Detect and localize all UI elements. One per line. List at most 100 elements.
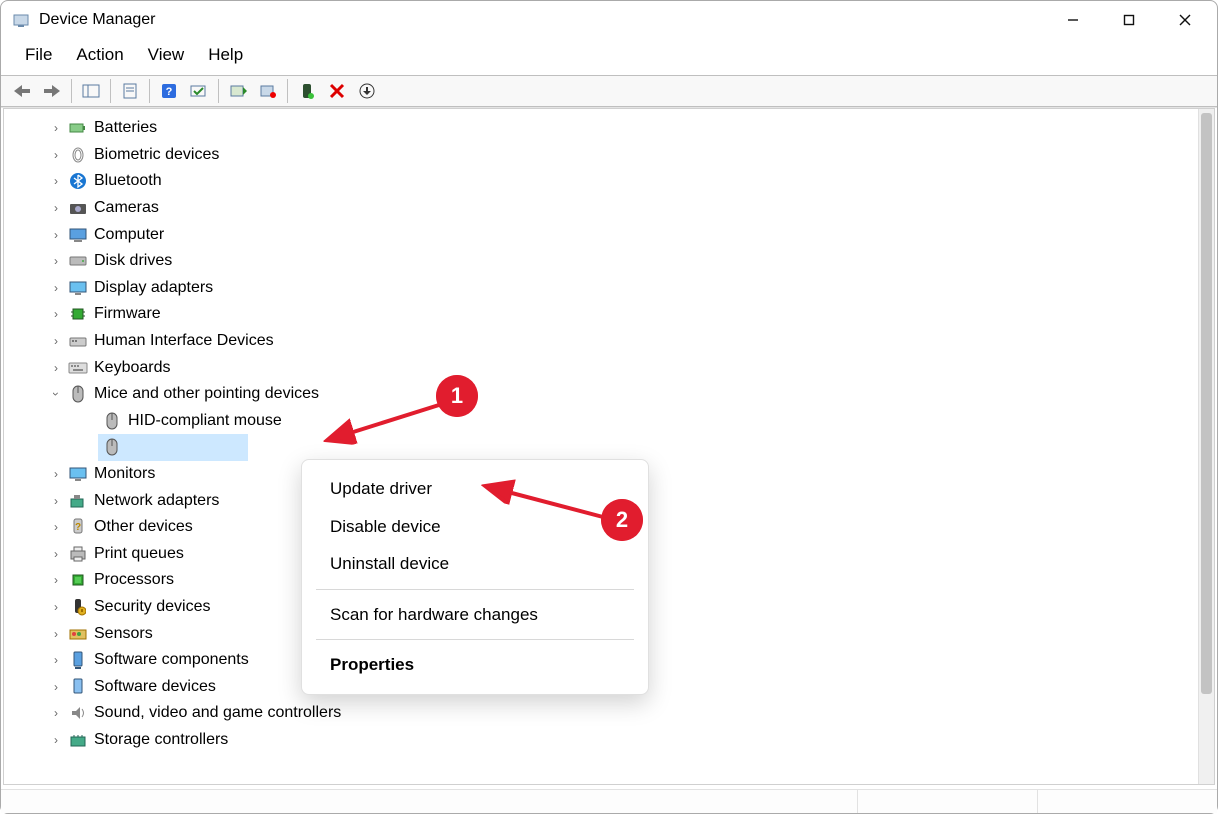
vertical-scrollbar[interactable]	[1198, 109, 1214, 784]
cpu-icon	[68, 570, 88, 590]
mouse-icon	[102, 437, 122, 457]
menu-action[interactable]: Action	[66, 43, 133, 67]
camera-icon	[68, 198, 88, 218]
menu-file[interactable]: File	[15, 43, 62, 67]
tree-category-firmware[interactable]: › Firmware	[4, 301, 1214, 328]
chevron-right-icon: ›	[48, 254, 64, 268]
ctx-scan-hardware[interactable]: Scan for hardware changes	[302, 596, 648, 634]
tree-label: Print queues	[92, 545, 184, 563]
ctx-properties[interactable]: Properties	[302, 646, 648, 684]
monitor-icon	[68, 464, 88, 484]
update-driver-button[interactable]	[224, 78, 252, 104]
chevron-right-icon: ›	[48, 228, 64, 242]
chevron-right-icon: ›	[48, 680, 64, 694]
chevron-right-icon: ›	[48, 600, 64, 614]
chevron-right-icon: ›	[48, 121, 64, 135]
show-hide-console-tree-button[interactable]	[77, 78, 105, 104]
tree-label: Mice and other pointing devices	[92, 385, 319, 403]
tree-label: Security devices	[92, 598, 211, 616]
tree-label: Monitors	[92, 465, 155, 483]
mouse-icon	[68, 384, 88, 404]
chevron-right-icon: ›	[48, 520, 64, 534]
chevron-right-icon: ›	[48, 334, 64, 348]
back-button[interactable]	[8, 78, 36, 104]
printer-icon	[68, 544, 88, 564]
chevron-right-icon: ›	[48, 627, 64, 641]
keyboard-icon	[68, 358, 88, 378]
titlebar: Device Manager	[1, 1, 1217, 39]
properties-button[interactable]	[116, 78, 144, 104]
chevron-right-icon: ›	[48, 148, 64, 162]
annotation-arrow-1	[321, 401, 451, 451]
chevron-right-icon: ›	[48, 201, 64, 215]
chevron-right-icon: ›	[48, 733, 64, 747]
tree-label: HID-compliant mouse	[126, 412, 282, 430]
help-button[interactable]: ?	[155, 78, 183, 104]
add-legacy-hardware-button[interactable]	[353, 78, 381, 104]
tree-category-mice[interactable]: › Mice and other pointing devices	[4, 381, 1214, 408]
chevron-right-icon: ›	[48, 174, 64, 188]
chevron-right-icon: ›	[48, 467, 64, 481]
tree-device-selected-mouse[interactable]	[4, 434, 1214, 461]
battery-icon	[68, 118, 88, 138]
firmware-icon	[68, 304, 88, 324]
tree-device-hid-mouse[interactable]: HID-compliant mouse	[4, 408, 1214, 435]
ctx-separator	[316, 589, 634, 590]
tree-label: Firmware	[92, 305, 161, 323]
enable-device-button[interactable]	[293, 78, 321, 104]
tree-category-cameras[interactable]: › Cameras	[4, 195, 1214, 222]
tree-label: Network adapters	[92, 492, 219, 510]
close-button[interactable]	[1157, 1, 1213, 39]
tree-label: Human Interface Devices	[92, 332, 274, 350]
tree-label: Software devices	[92, 678, 216, 696]
chevron-right-icon: ›	[48, 281, 64, 295]
tree-category-computer[interactable]: › Computer	[4, 221, 1214, 248]
window-controls	[1045, 1, 1213, 39]
tree-label: Sound, video and game controllers	[92, 704, 341, 722]
tree-label: Processors	[92, 571, 174, 589]
window-title: Device Manager	[39, 11, 156, 29]
tree-category-biometric[interactable]: › Biometric devices	[4, 142, 1214, 169]
unknown-icon: ?	[68, 517, 88, 537]
chevron-right-icon: ›	[48, 653, 64, 667]
menu-help[interactable]: Help	[198, 43, 253, 67]
menu-view[interactable]: View	[138, 43, 195, 67]
tree-label: Cameras	[92, 199, 159, 217]
tree-category-batteries[interactable]: › Batteries	[4, 115, 1214, 142]
network-icon	[68, 491, 88, 511]
tree-label: Computer	[92, 226, 164, 244]
forward-button[interactable]	[38, 78, 66, 104]
tree-label: Display adapters	[92, 279, 213, 297]
display-icon	[68, 278, 88, 298]
tree-category-disk-drives[interactable]: › Disk drives	[4, 248, 1214, 275]
tree-label: Bluetooth	[92, 172, 162, 190]
uninstall-device-button[interactable]	[323, 78, 351, 104]
tree-category-hid[interactable]: › Human Interface Devices	[4, 328, 1214, 355]
tree-category-display-adapters[interactable]: › Display adapters	[4, 275, 1214, 302]
tree-category-storage-controllers[interactable]: › Storage controllers	[4, 727, 1214, 754]
tree-category-keyboards[interactable]: › Keyboards	[4, 354, 1214, 381]
tree-label: Biometric devices	[92, 146, 219, 164]
tree-label: Batteries	[92, 119, 157, 137]
bluetooth-icon	[68, 171, 88, 191]
ctx-uninstall-device[interactable]: Uninstall device	[302, 545, 648, 583]
disk-icon	[68, 251, 88, 271]
chevron-right-icon: ›	[48, 573, 64, 587]
chevron-right-icon: ›	[48, 494, 64, 508]
scan-hardware-button[interactable]	[185, 78, 213, 104]
software-dev-icon	[68, 677, 88, 697]
scrollbar-thumb[interactable]	[1201, 113, 1212, 694]
tree-label: Sensors	[92, 625, 153, 643]
tree-category-sound[interactable]: › Sound, video and game controllers	[4, 700, 1214, 727]
toolbar: ?	[1, 75, 1217, 107]
chevron-right-icon: ›	[48, 706, 64, 720]
hid-icon	[68, 331, 88, 351]
tree-label: Storage controllers	[92, 731, 228, 749]
disable-device-button[interactable]	[254, 78, 282, 104]
maximize-button[interactable]	[1101, 1, 1157, 39]
chevron-down-icon: ›	[49, 386, 63, 402]
minimize-button[interactable]	[1045, 1, 1101, 39]
computer-icon	[68, 225, 88, 245]
ctx-separator	[316, 639, 634, 640]
tree-category-bluetooth[interactable]: › Bluetooth	[4, 168, 1214, 195]
